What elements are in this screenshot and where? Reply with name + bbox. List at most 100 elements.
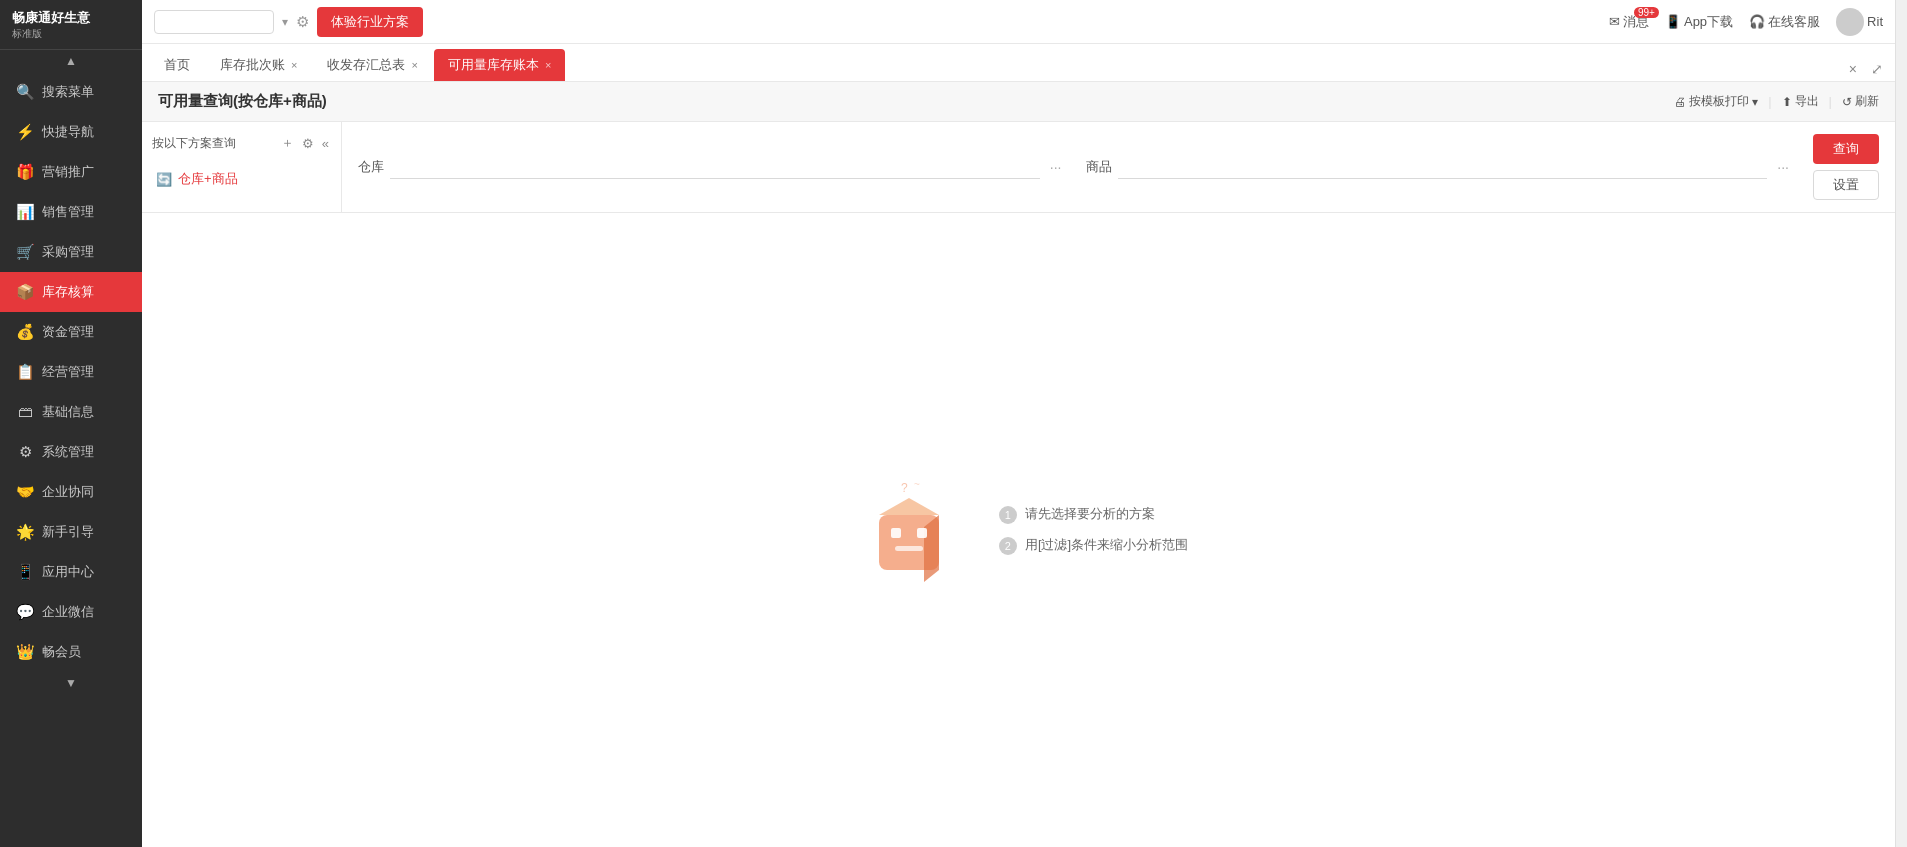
industry-btn[interactable]: 体验行业方案 [317,7,423,37]
sidebar: 畅康通好生意 标准版 ▲ 🔍搜索菜单⚡快捷导航🎁营销推广📊销售管理🛒采购管理📦库… [0,0,142,847]
page-header-actions: 🖨 按模板打印 ▾ | ⬆ 导出 | ↺ 刷新 [1674,93,1879,110]
tip-num-1: 1 [999,506,1017,524]
sidebar-label-search: 搜索菜单 [42,83,94,101]
print-label: 按模板打印 [1689,93,1749,110]
empty-state: ? ~ 1 请先选择要分析的方案 2 用[过滤]条件来缩小分析范围 [142,213,1895,847]
sidebar-item-sales[interactable]: 📊销售管理 [0,192,142,232]
print-btn[interactable]: 🖨 按模板打印 ▾ [1674,93,1758,110]
scheme-add-btn[interactable]: ＋ [279,132,296,154]
goods-input[interactable] [1118,155,1768,179]
main-area: ▾ ⚙ 体验行业方案 ✉ 消息 99+ 📱 App下载 🎧 在线客服 Rit [142,0,1895,847]
sidebar-label-appcenter: 应用中心 [42,563,94,581]
sidebar-icon-shortcut: ⚡ [16,123,34,141]
tab-close-available[interactable]: × [545,59,551,71]
warehouse-more-btn[interactable]: ··· [1046,159,1066,175]
query-area: 按以下方案查询 ＋ ⚙ « 🔄仓库+商品 仓库 ··· 商品 ··· [142,122,1895,213]
tab-home[interactable]: 首页 [150,49,204,81]
sidebar-label-shortcut: 快捷导航 [42,123,94,141]
sidebar-item-vip[interactable]: 👑 畅会员 [0,632,142,672]
sidebar-scroll-down[interactable]: ▼ [0,672,142,694]
username: Rit [1867,14,1883,29]
query-submit-btn[interactable]: 查询 [1813,134,1879,164]
scheme-collapse-btn[interactable]: « [320,132,331,154]
topbar-message-btn[interactable]: ✉ 消息 99+ [1609,13,1649,31]
refresh-label: 刷新 [1855,93,1879,110]
refresh-icon: ↺ [1842,95,1852,109]
filter-actions: 查询 设置 [1813,134,1879,200]
topbar-app-btn[interactable]: 📱 App下载 [1665,13,1733,31]
tabs-bar-right: × ⤢ [1845,57,1887,81]
topbar: ▾ ⚙ 体验行业方案 ✉ 消息 99+ 📱 App下载 🎧 在线客服 Rit [142,0,1895,44]
topbar-service-btn[interactable]: 🎧 在线客服 [1749,13,1820,31]
sidebar-item-system[interactable]: ⚙ 系统管理 [0,432,142,472]
page-title: 可用量查询(按仓库+商品) [158,92,327,111]
topbar-chevron-icon[interactable]: ▾ [282,15,288,29]
export-icon: ⬆ [1782,95,1792,109]
sidebar-icon-basic: 🗃 [16,403,34,420]
tab-close-collect[interactable]: × [411,59,417,71]
warehouse-input[interactable] [390,155,1040,179]
query-settings-btn[interactable]: 设置 [1813,170,1879,200]
topbar-right: ✉ 消息 99+ 📱 App下载 🎧 在线客服 Rit [1609,8,1883,36]
sidebar-icon-inventory: 📦 [16,283,34,301]
sidebar-logo: 畅康通好生意 [12,10,130,27]
sidebar-label-vip: 畅会员 [42,643,81,661]
sidebar-icon-enterprise: 🤝 [16,483,34,501]
sidebar-item-finance[interactable]: 💰资金管理 [0,312,142,352]
topbar-gear-icon[interactable]: ⚙ [296,13,309,31]
right-scrollbar [1895,0,1907,847]
topbar-user-area[interactable]: Rit [1836,8,1883,36]
sidebar-item-basic[interactable]: 🗃基础信息 [0,392,142,432]
tab-window-close[interactable]: × [1845,57,1861,81]
sidebar-item-search[interactable]: 🔍搜索菜单 [0,72,142,112]
sidebar-scroll-up[interactable]: ▲ [0,50,142,72]
tip-text-2: 用[过滤]条件来缩小分析范围 [1025,536,1188,554]
scheme-icon-warehouse_goods: 🔄 [156,172,172,187]
user-avatar [1836,8,1864,36]
svg-text:?: ? [901,481,908,495]
export-btn[interactable]: ⬆ 导出 [1782,93,1819,110]
topbar-search-input[interactable] [154,10,274,34]
tabs-bar: 首页库存批次账×收发存汇总表×可用量库存账本× × ⤢ [142,44,1895,82]
sidebar-item-marketing[interactable]: 🎁营销推广 [0,152,142,192]
sidebar-item-operations[interactable]: 📋经营管理 [0,352,142,392]
filter-row: 仓库 ··· 商品 ··· 查询 设置 [342,122,1895,212]
sidebar-item-appcenter[interactable]: 📱 应用中心 [0,552,142,592]
sidebar-item-purchase[interactable]: 🛒采购管理 [0,232,142,272]
sidebar-icon-newguide: 🌟 [16,523,34,541]
scheme-settings-btn[interactable]: ⚙ [300,132,316,154]
tab-available[interactable]: 可用量库存账本× [434,49,565,81]
sidebar-icon-system: ⚙ [16,443,34,461]
sidebar-item-inventory[interactable]: 📦库存核算 [0,272,142,312]
sidebar-icon-marketing: 🎁 [16,163,34,181]
sidebar-label-sales: 销售管理 [42,203,94,221]
tip-text-1: 请先选择要分析的方案 [1025,505,1155,523]
goods-more-btn[interactable]: ··· [1773,159,1793,175]
tab-window-resize[interactable]: ⤢ [1867,57,1887,81]
tab-close-batch[interactable]: × [291,59,297,71]
sidebar-label-system: 系统管理 [42,443,94,461]
refresh-btn[interactable]: ↺ 刷新 [1842,93,1879,110]
app-icon: 📱 [1665,14,1681,29]
sidebar-item-wechat[interactable]: 💬企业微信 [0,592,142,632]
svg-text:~: ~ [914,479,920,490]
goods-label: 商品 [1086,158,1112,176]
sidebar-icon-operations: 📋 [16,363,34,381]
scheme-item-warehouse_goods[interactable]: 🔄 仓库+商品 [142,162,341,196]
sidebar-icon-appcenter: 📱 [16,563,34,581]
sidebar-label-newguide: 新手引导 [42,523,94,541]
sidebar-label-purchase: 采购管理 [42,243,94,261]
query-scheme-header: 按以下方案查询 ＋ ⚙ « [142,132,341,162]
empty-svg-icon: ? ~ [849,470,969,590]
tab-label-batch: 库存批次账 [220,56,285,74]
sidebar-item-enterprise[interactable]: 🤝企业协同 [0,472,142,512]
tab-collect[interactable]: 收发存汇总表× [313,49,431,81]
tab-batch[interactable]: 库存批次账 × [206,49,311,81]
sidebar-icon-vip: 👑 [16,643,34,661]
scheme-label-warehouse_goods: 仓库+商品 [178,170,238,188]
sidebar-item-newguide[interactable]: 🌟 新手引导 [0,512,142,552]
sidebar-item-shortcut[interactable]: ⚡ 快捷导航 [0,112,142,152]
scheme-header-label: 按以下方案查询 [152,135,236,152]
sidebar-icon-wechat: 💬 [16,603,34,621]
sidebar-nav: 🔍搜索菜单 ⚡ 快捷导航 🎁营销推广📊销售管理🛒采购管理📦库存核算💰资金管理📋经营管理… [0,72,142,672]
